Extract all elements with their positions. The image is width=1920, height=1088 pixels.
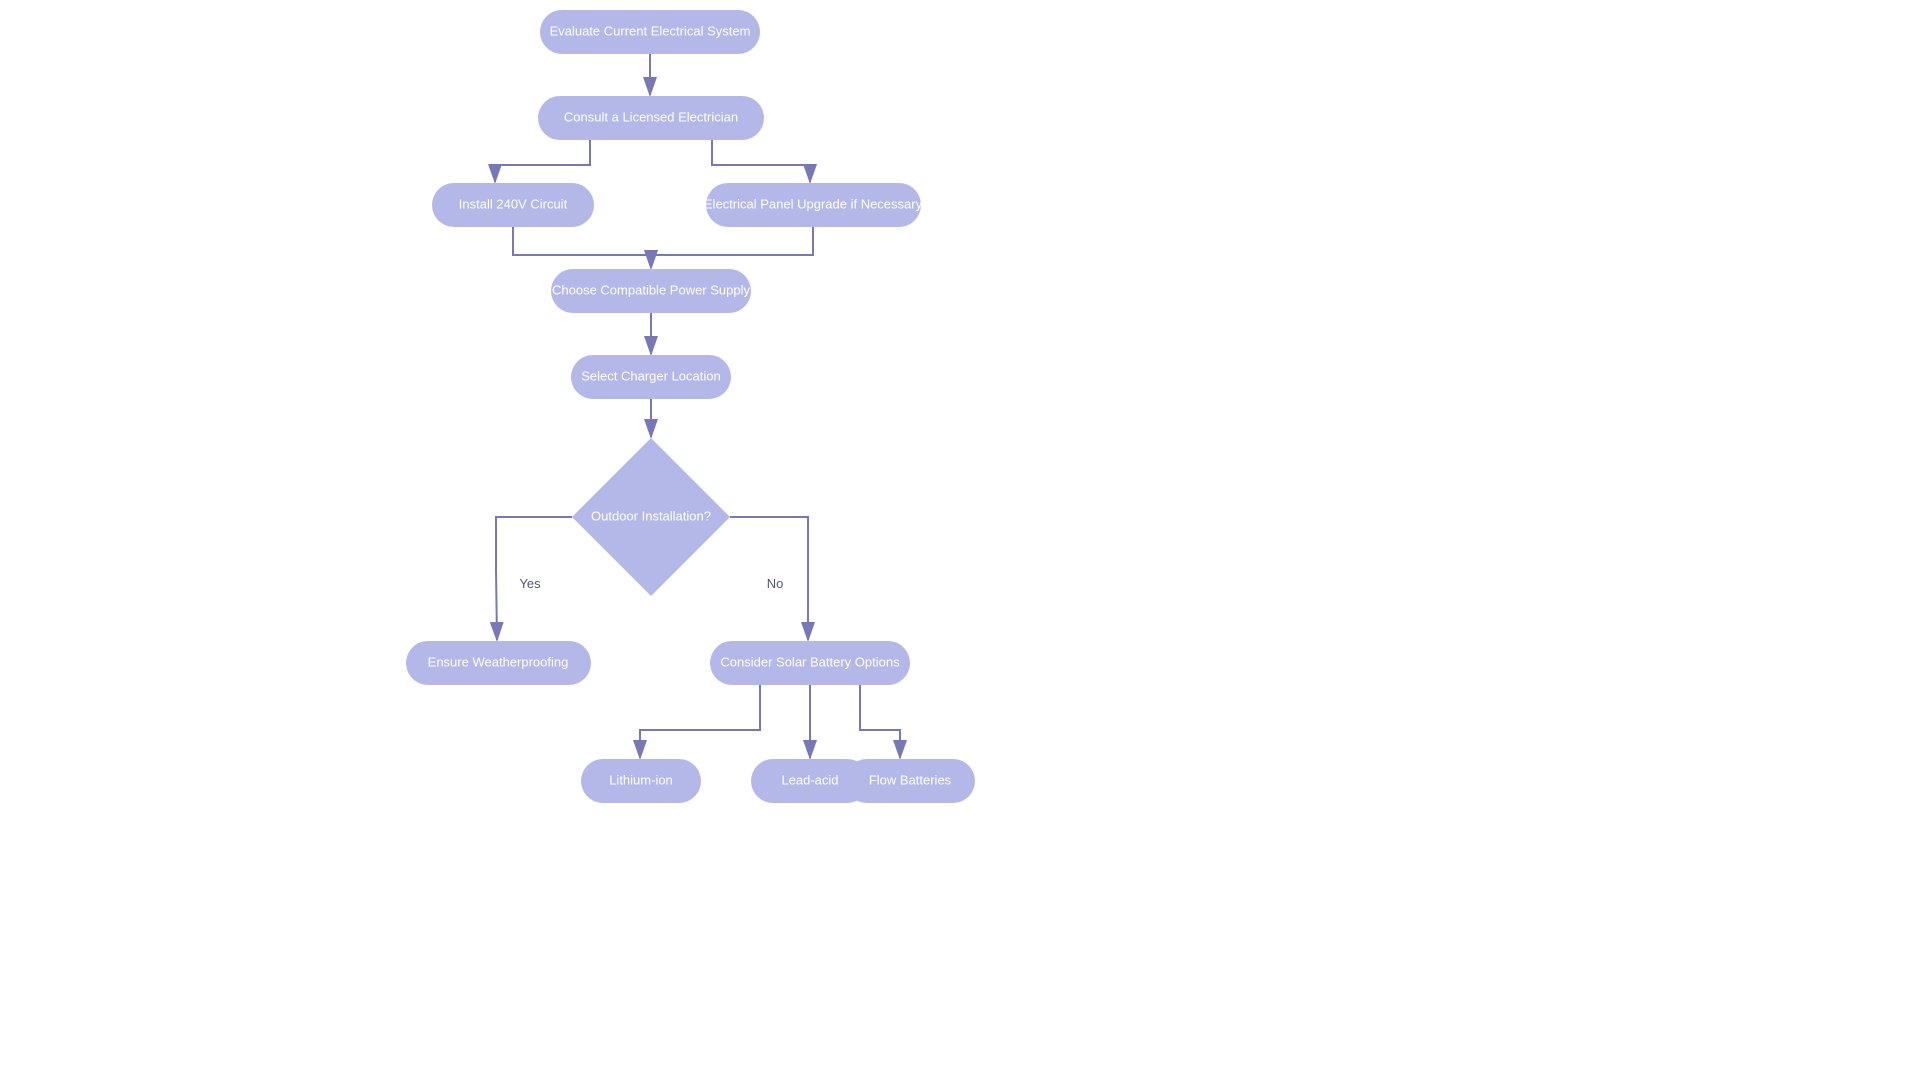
no-label: No [767,576,784,591]
lithiumIon-label: Lithium-ion [609,772,673,787]
yes-label: Yes [519,576,541,591]
solarBattery-label: Consider Solar Battery Options [720,654,900,669]
outdoor-decision-label: Outdoor Installation? [591,508,711,523]
panelUpgrade-label: Electrical Panel Upgrade if Necessary [704,196,923,211]
install240-label: Install 240V Circuit [459,196,568,211]
leadAcid-label: Lead-acid [781,772,838,787]
evaluate-label: Evaluate Current Electrical System [550,23,751,38]
flowchart-container: Evaluate Current Electrical System Consu… [0,0,1920,1083]
weatherproofing-label: Ensure Weatherproofing [428,654,569,669]
chargerLocation-label: Select Charger Location [581,368,720,383]
flowBatteries-label: Flow Batteries [869,772,952,787]
powerSupply-label: Choose Compatible Power Supply [552,282,750,297]
consult-label: Consult a Licensed Electrician [564,109,738,124]
